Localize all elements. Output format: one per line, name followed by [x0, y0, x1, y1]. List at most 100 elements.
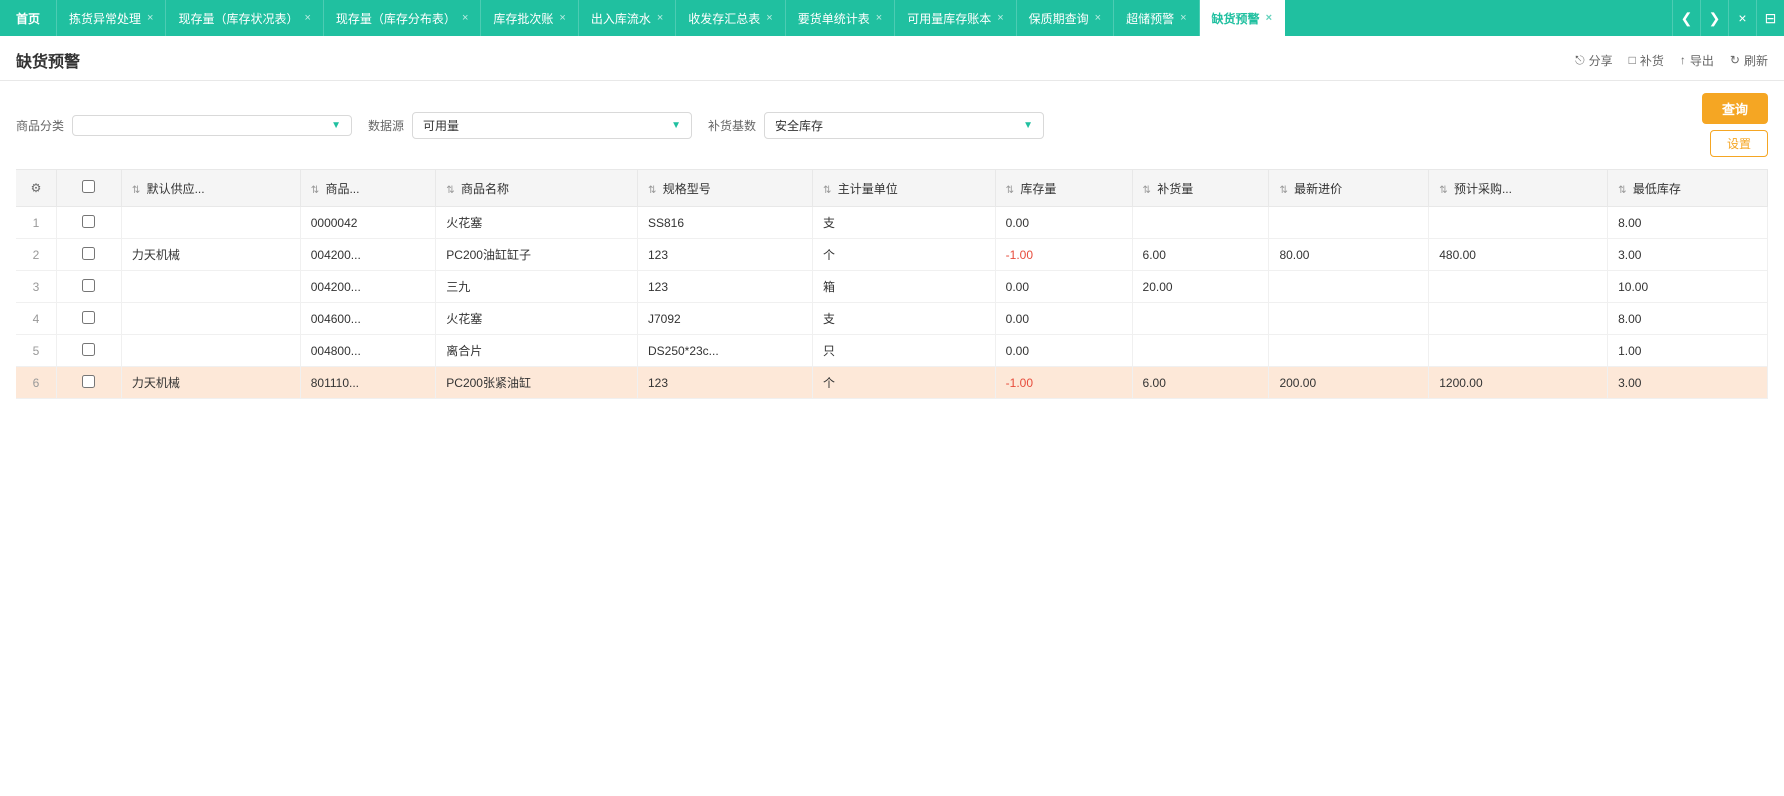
th-latest-price-label: 最新进价 — [1294, 182, 1342, 196]
tab-close-icon[interactable]: × — [304, 12, 310, 24]
row-est-purchase: 1200.00 — [1429, 367, 1608, 399]
share-button[interactable]: ⎋ 分享 — [1575, 52, 1613, 69]
row-checkbox-cell — [57, 335, 122, 367]
th-min-stock[interactable]: 最低库存 — [1608, 170, 1768, 207]
row-checkbox[interactable] — [82, 279, 95, 292]
row-num: 3 — [16, 271, 57, 303]
th-goods-code[interactable]: 商品... — [300, 170, 436, 207]
close-all-tabs-button[interactable]: ⊟ — [1756, 0, 1784, 36]
th-supplier[interactable]: 默认供应... — [121, 170, 300, 207]
tab-close-icon[interactable]: × — [1266, 12, 1272, 24]
row-latest-price — [1269, 207, 1429, 239]
select-all-checkbox[interactable] — [82, 180, 95, 193]
row-stock: -1.00 — [995, 367, 1132, 399]
tab-close-icon[interactable]: × — [766, 12, 772, 24]
th-est-purchase[interactable]: 预计采购... — [1429, 170, 1608, 207]
row-latest-price — [1269, 303, 1429, 335]
row-num: 5 — [16, 335, 57, 367]
tab-close-icon[interactable]: × — [876, 12, 882, 24]
th-stock[interactable]: 库存量 — [995, 170, 1132, 207]
replenish-icon: □ — [1629, 53, 1636, 67]
th-supplier-label: 默认供应... — [147, 182, 205, 196]
row-supplier: 力天机械 — [121, 239, 300, 271]
replenish-base-label: 补货基数 — [708, 117, 756, 134]
settings-button[interactable]: 设置 — [1710, 130, 1768, 157]
tab-home[interactable]: 首页 — [0, 0, 57, 36]
th-replenish-qty[interactable]: 补货量 — [1132, 170, 1269, 207]
th-spec[interactable]: 规格型号 — [637, 170, 812, 207]
tab-available-ledger[interactable]: 可用量库存账本× — [895, 0, 1016, 36]
th-goods-code-label: 商品... — [325, 182, 359, 196]
table-header-row: ⚙ 默认供应... 商品... 商品名称 规格型号 — [16, 170, 1768, 207]
th-est-purchase-label: 预计采购... — [1454, 182, 1512, 196]
row-est-purchase — [1429, 303, 1608, 335]
category-filter-group: 商品分类 ▼ — [16, 115, 352, 136]
row-min-stock: 10.00 — [1608, 271, 1768, 303]
tab-close-icon[interactable]: × — [1095, 12, 1101, 24]
th-latest-price[interactable]: 最新进价 — [1269, 170, 1429, 207]
tab-receive-summary[interactable]: 收发存汇总表× — [676, 0, 785, 36]
refresh-icon: ↻ — [1730, 53, 1740, 67]
tab-prev-button[interactable]: ❮ — [1672, 0, 1700, 36]
th-settings: ⚙ — [16, 170, 57, 207]
tab-error-proc[interactable]: 拣货异常处理× — [57, 0, 166, 36]
datasource-select[interactable]: 可用量 ▼ — [412, 112, 692, 139]
row-goods-name: PC200油缸缸子 — [436, 239, 638, 271]
row-est-purchase — [1429, 271, 1608, 303]
row-goods-name: PC200张紧油缸 — [436, 367, 638, 399]
tab-batch-account[interactable]: 库存批次账 × — [481, 0, 578, 36]
refresh-button[interactable]: ↻ 刷新 — [1730, 52, 1768, 69]
row-checkbox[interactable] — [82, 215, 95, 228]
row-supplier — [121, 303, 300, 335]
main-content: 缺货预警 ⎋ 分享 □ 补货 ↑ 导出 ↻ 刷新 商品分类 — [0, 36, 1784, 796]
replenish-button[interactable]: □ 补货 — [1629, 52, 1664, 69]
table-row: 5 004800... 离合片 DS250*23c... 只 0.00 1.00 — [16, 335, 1768, 367]
row-spec: 123 — [637, 271, 812, 303]
th-goods-name-label: 商品名称 — [461, 182, 509, 196]
tab-in-out-flow[interactable]: 出入库流水× — [579, 0, 676, 36]
tab-label: 缺货预警 — [1212, 10, 1260, 27]
tab-label: 库存批次账 — [493, 10, 553, 27]
row-checkbox[interactable] — [82, 247, 95, 260]
row-num: 1 — [16, 207, 57, 239]
tab-close-icon[interactable]: × — [559, 12, 565, 24]
row-checkbox[interactable] — [82, 375, 95, 388]
replenish-base-select[interactable]: 安全库存 ▼ — [764, 112, 1044, 139]
tab-order-stats[interactable]: 要货单统计表× — [786, 0, 895, 36]
tab-inventory-status[interactable]: 现存量（库存状况表）× — [166, 0, 323, 36]
tab-expiry-query[interactable]: 保质期查询× — [1017, 0, 1114, 36]
row-checkbox[interactable] — [82, 343, 95, 356]
query-button[interactable]: 查询 — [1702, 93, 1768, 124]
tab-close-icon[interactable]: × — [462, 12, 468, 24]
column-settings-icon[interactable]: ⚙ — [26, 178, 46, 198]
row-est-purchase: 480.00 — [1429, 239, 1608, 271]
row-latest-price — [1269, 335, 1429, 367]
tab-close-icon[interactable]: × — [997, 12, 1003, 24]
filter-actions: 查询 设置 — [1702, 93, 1768, 157]
tab-overstock-warn[interactable]: 超储预警× — [1114, 0, 1199, 36]
export-button[interactable]: ↑ 导出 — [1680, 52, 1714, 69]
tab-close-icon[interactable]: × — [1180, 12, 1186, 24]
row-goods-code: 004200... — [300, 239, 436, 271]
row-latest-price: 80.00 — [1269, 239, 1429, 271]
tab-next-button[interactable]: ❯ — [1700, 0, 1728, 36]
th-min-stock-label: 最低库存 — [1633, 182, 1681, 196]
tab-shortage-warn[interactable]: 缺货预警 × — [1200, 0, 1285, 36]
th-replenish-qty-label: 补货量 — [1157, 182, 1193, 196]
category-select[interactable]: ▼ — [72, 115, 352, 136]
table-row: 6 力天机械 801110... PC200张紧油缸 123 个 -1.00 6… — [16, 367, 1768, 399]
row-unit: 个 — [812, 239, 995, 271]
table-row: 2 力天机械 004200... PC200油缸缸子 123 个 -1.00 6… — [16, 239, 1768, 271]
th-goods-name[interactable]: 商品名称 — [436, 170, 638, 207]
row-latest-price — [1269, 271, 1429, 303]
tab-close-icon[interactable]: × — [147, 12, 153, 24]
row-checkbox[interactable] — [82, 311, 95, 324]
tab-label: 首页 — [16, 10, 40, 27]
close-current-tab-button[interactable]: × — [1728, 0, 1756, 36]
tab-inventory-dist[interactable]: 现存量（库存分布表）× — [324, 0, 481, 36]
replenish-base-filter-group: 补货基数 安全库存 ▼ — [708, 112, 1044, 139]
th-unit[interactable]: 主计量单位 — [812, 170, 995, 207]
row-goods-code: 801110... — [300, 367, 436, 399]
table-body: 1 0000042 火花塞 SS816 支 0.00 8.00 2 力天机械 0… — [16, 207, 1768, 399]
tab-close-icon[interactable]: × — [657, 12, 663, 24]
